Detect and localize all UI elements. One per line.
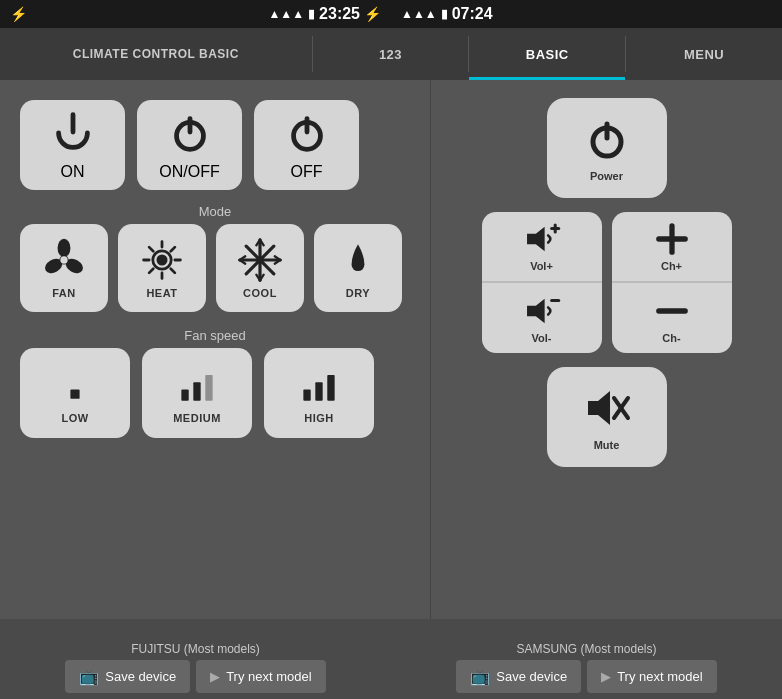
- svg-rect-38: [315, 382, 322, 400]
- fanspeed-label: Fan speed: [20, 328, 410, 343]
- usb-icon-left: ⚡: [10, 6, 27, 22]
- fan-icon: [41, 237, 87, 283]
- tv-icon-right: 📺: [470, 667, 490, 686]
- svg-point-9: [60, 256, 67, 263]
- vol-section: Vol+ Vol-: [482, 212, 602, 353]
- ch-paired: Ch+ Ch-: [612, 212, 732, 353]
- dry-icon: [335, 237, 381, 283]
- fan-button[interactable]: FAN: [20, 224, 108, 312]
- ch-minus-button[interactable]: Ch-: [612, 283, 732, 353]
- svg-rect-37: [303, 390, 310, 401]
- arrow-icon-left: ▶: [210, 669, 220, 684]
- svg-line-16: [171, 269, 175, 273]
- power-button[interactable]: Power: [547, 98, 667, 198]
- bottom-actions-left: 📺 Save device ▶ Try next model: [65, 660, 325, 693]
- bottom-right: SAMSUNG (Most models) 📺 Save device ▶ Tr…: [391, 619, 782, 699]
- vol-paired: Vol+ Vol-: [482, 212, 602, 353]
- high-button[interactable]: HIGH: [264, 348, 374, 438]
- left-panel: ON ON/OFF OFF Mode: [0, 80, 430, 699]
- ch-minus-icon: [650, 293, 694, 329]
- right-panel: Power: [430, 80, 782, 699]
- heat-icon: [139, 237, 185, 283]
- signal-bars-right: ▲▲▲: [401, 7, 437, 21]
- try-next-right-button[interactable]: ▶ Try next model: [587, 660, 717, 693]
- mode-section: Mode FAN: [20, 204, 410, 312]
- vol-minus-icon: [520, 293, 564, 329]
- svg-marker-42: [527, 227, 545, 252]
- medium-icon: [174, 362, 220, 408]
- svg-point-32: [256, 256, 263, 263]
- tab-bar: CLIMATE CONTROL BASIC 123 BASIC MENU: [0, 28, 782, 80]
- off-icon: [283, 109, 331, 157]
- power-icon: [582, 114, 632, 164]
- ch-plus-icon: [650, 221, 694, 257]
- save-device-left-button[interactable]: 📺 Save device: [65, 660, 190, 693]
- main-content: ON ON/OFF OFF Mode: [0, 80, 782, 699]
- cool-button[interactable]: COOL: [216, 224, 304, 312]
- svg-line-15: [149, 247, 153, 251]
- fanspeed-section: Fan speed LOW MEDIUM: [20, 328, 410, 438]
- ch-plus-button[interactable]: Ch+: [612, 212, 732, 282]
- svg-rect-33: [70, 390, 79, 399]
- on-off-row: ON ON/OFF OFF: [20, 100, 410, 190]
- onoff-icon: [166, 109, 214, 157]
- tab-123[interactable]: 123: [313, 28, 469, 80]
- mute-button[interactable]: Mute: [547, 367, 667, 467]
- brand-right: SAMSUNG (Most models): [516, 642, 656, 656]
- heat-button[interactable]: HEAT: [118, 224, 206, 312]
- svg-rect-34: [181, 390, 188, 401]
- svg-point-19: [156, 254, 167, 265]
- svg-rect-39: [327, 375, 334, 401]
- ch-section: Ch+ Ch-: [612, 212, 732, 353]
- arrow-icon-right: ▶: [601, 669, 611, 684]
- cool-icon: [237, 237, 283, 283]
- svg-line-18: [149, 269, 153, 273]
- brand-left: FUJITSU (Most models): [131, 642, 260, 656]
- on-icon: [49, 109, 97, 157]
- tv-icon-left: 📺: [79, 667, 99, 686]
- vol-plus-icon: [520, 221, 564, 257]
- status-bar-left: ⚡ ▲▲▲ ▮ 23:25 ⚡: [0, 0, 391, 28]
- signal-bars-left: ▲▲▲: [268, 7, 304, 21]
- svg-rect-35: [193, 382, 200, 400]
- time-left: 23:25: [319, 5, 360, 23]
- usb-icon-left2: ⚡: [364, 6, 381, 22]
- low-button[interactable]: LOW: [20, 348, 130, 438]
- mute-icon: [582, 383, 632, 433]
- high-icon: [296, 362, 342, 408]
- svg-rect-36: [205, 375, 212, 401]
- save-device-right-button[interactable]: 📺 Save device: [456, 660, 581, 693]
- bottom-left: FUJITSU (Most models) 📺 Save device ▶ Tr…: [0, 619, 391, 699]
- svg-point-6: [58, 239, 71, 257]
- bottom-bar: FUJITSU (Most models) 📺 Save device ▶ Tr…: [0, 619, 782, 699]
- tab-climate[interactable]: CLIMATE CONTROL BASIC: [0, 28, 312, 80]
- time-right: 07:24: [452, 5, 493, 23]
- tab-basic[interactable]: BASIC: [469, 28, 625, 80]
- battery-icon-left: ▮: [308, 7, 315, 21]
- off-button[interactable]: OFF: [254, 100, 359, 190]
- status-bar-right: ▲▲▲ ▮ 07:24: [391, 0, 782, 28]
- dry-button[interactable]: DRY: [314, 224, 402, 312]
- low-icon: [52, 362, 98, 408]
- mode-label: Mode: [20, 204, 410, 219]
- bottom-actions-right: 📺 Save device ▶ Try next model: [456, 660, 716, 693]
- battery-icon-right: ▮: [441, 7, 448, 21]
- on-button[interactable]: ON: [20, 100, 125, 190]
- try-next-left-button[interactable]: ▶ Try next model: [196, 660, 326, 693]
- svg-marker-45: [527, 298, 545, 323]
- onoff-button[interactable]: ON/OFF: [137, 100, 242, 190]
- medium-button[interactable]: MEDIUM: [142, 348, 252, 438]
- tab-menu[interactable]: MENU: [626, 28, 782, 80]
- svg-line-17: [171, 247, 175, 251]
- vol-minus-button[interactable]: Vol-: [482, 283, 602, 353]
- vol-ch-grid: Vol+ Vol-: [446, 212, 767, 353]
- svg-marker-50: [588, 391, 610, 425]
- vol-plus-button[interactable]: Vol+: [482, 212, 602, 282]
